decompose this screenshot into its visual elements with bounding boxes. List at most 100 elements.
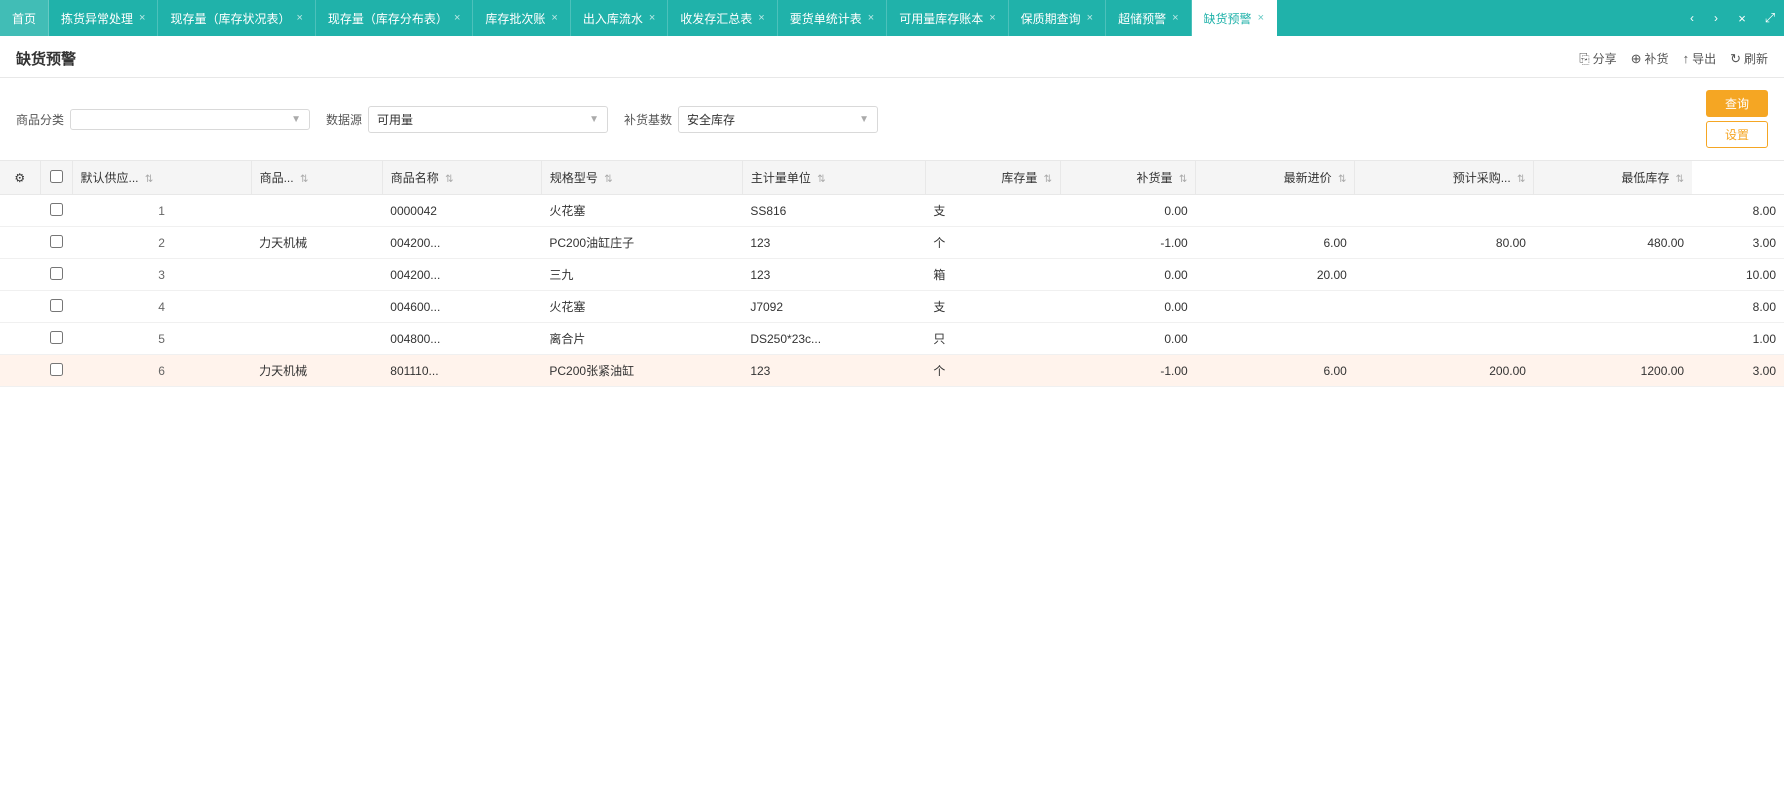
row-supplier-3 bbox=[251, 291, 382, 323]
tab-inventory-status[interactable]: 现存量（库存状况表） × bbox=[158, 0, 315, 36]
tab-inout-flow[interactable]: 出入库流水 × bbox=[571, 0, 668, 36]
row-spec-1: 123 bbox=[742, 227, 925, 259]
select-all-checkbox[interactable] bbox=[50, 170, 63, 183]
tab-abnormal[interactable]: 拣货异常处理 × bbox=[49, 0, 158, 36]
main-content: 缺货预警 ⎘ 分享 ⊕ 补货 ↑ 导出 ↻ 刷新 商品分类 bbox=[0, 36, 1784, 796]
col-stock[interactable]: 库存量 ⇅ bbox=[925, 161, 1060, 195]
tab-close-demand-stats[interactable]: × bbox=[868, 12, 874, 24]
row-min-stock-5: 3.00 bbox=[1692, 355, 1784, 387]
row-settings-1 bbox=[0, 227, 40, 259]
row-supplier-5: 力天机械 bbox=[251, 355, 382, 387]
tab-close-inout-flow[interactable]: × bbox=[649, 12, 655, 24]
row-latest-price-3 bbox=[1355, 291, 1534, 323]
row-product-name-4: 离合片 bbox=[541, 323, 742, 355]
col-product-name[interactable]: 商品名称 ⇅ bbox=[382, 161, 541, 195]
setting-button[interactable]: 设置 bbox=[1706, 121, 1768, 148]
row-checkbox-4[interactable] bbox=[40, 323, 72, 355]
tab-close-receive-summary[interactable]: × bbox=[758, 12, 764, 24]
row-stock-3: 0.00 bbox=[1061, 291, 1196, 323]
tab-receive-summary[interactable]: 收发存汇总表 × bbox=[668, 0, 777, 36]
col-latest-price[interactable]: 最新进价 ⇅ bbox=[1196, 161, 1355, 195]
table-row: 1 0000042 火花塞 SS816 支 0.00 8.00 bbox=[0, 195, 1784, 227]
col-unit[interactable]: 主计量单位 ⇅ bbox=[742, 161, 925, 195]
tab-expiry-query[interactable]: 保质期查询 × bbox=[1009, 0, 1106, 36]
tab-bar: 首页 拣货异常处理 × 现存量（库存状况表） × 现存量（库存分布表） × 库存… bbox=[0, 0, 1784, 36]
row-latest-price-0 bbox=[1355, 195, 1534, 227]
page-header: 缺货预警 ⎘ 分享 ⊕ 补货 ↑ 导出 ↻ 刷新 bbox=[0, 36, 1784, 78]
row-product-name-2: 三九 bbox=[541, 259, 742, 291]
replenish-base-select[interactable]: 安全库存 ▼ bbox=[678, 106, 878, 133]
row-min-stock-1: 3.00 bbox=[1692, 227, 1784, 259]
table-row: 6 力天机械 801110... PC200张紧油缸 123 个 -1.00 6… bbox=[0, 355, 1784, 387]
row-product-code-1: 004200... bbox=[382, 227, 541, 259]
datasource-select-text: 可用量 bbox=[377, 111, 585, 128]
datasource-select[interactable]: 可用量 ▼ bbox=[368, 106, 608, 133]
row-checkbox-5[interactable] bbox=[40, 355, 72, 387]
category-select[interactable]: ▼ bbox=[70, 109, 310, 130]
col-spec[interactable]: 规格型号 ⇅ bbox=[541, 161, 742, 195]
row-check-5[interactable] bbox=[50, 363, 63, 376]
row-check-0[interactable] bbox=[50, 203, 63, 216]
tab-close-inventory-dist[interactable]: × bbox=[454, 12, 460, 24]
tab-fullscreen-btn[interactable]: ⤢ bbox=[1756, 0, 1784, 36]
tab-home[interactable]: 首页 bbox=[0, 0, 49, 36]
page-title: 缺货预警 bbox=[16, 48, 1579, 69]
tab-batch-account[interactable]: 库存批次账 × bbox=[473, 0, 570, 36]
tab-close-inventory-status[interactable]: × bbox=[296, 12, 302, 24]
row-latest-price-4 bbox=[1355, 323, 1534, 355]
share-action[interactable]: ⎘ 分享 bbox=[1579, 50, 1616, 67]
row-product-code-0: 0000042 bbox=[382, 195, 541, 227]
data-table: ⚙ 默认供应... ⇅ 商品... ⇅ 商品名称 ⇅ bbox=[0, 160, 1784, 387]
refresh-action[interactable]: ↻ 刷新 bbox=[1730, 50, 1768, 67]
tab-close-shortage-warning[interactable]: × bbox=[1258, 12, 1264, 24]
row-settings-4 bbox=[0, 323, 40, 355]
tab-close-available-ledger[interactable]: × bbox=[989, 12, 995, 24]
row-estimated-purchase-1: 480.00 bbox=[1534, 227, 1692, 259]
row-product-name-3: 火花塞 bbox=[541, 291, 742, 323]
tab-close-batch-account[interactable]: × bbox=[551, 12, 557, 24]
row-check-2[interactable] bbox=[50, 267, 63, 280]
row-product-name-5: PC200张紧油缸 bbox=[541, 355, 742, 387]
row-product-name-0: 火花塞 bbox=[541, 195, 742, 227]
col-product-code[interactable]: 商品... ⇅ bbox=[251, 161, 382, 195]
sort-est-purchase-icon: ⇅ bbox=[1517, 174, 1525, 185]
tab-close-expiry-query[interactable]: × bbox=[1087, 12, 1093, 24]
row-unit-1: 个 bbox=[925, 227, 1060, 259]
export-action[interactable]: ↑ 导出 bbox=[1683, 50, 1717, 67]
table-row: 5 004800... 离合片 DS250*23c... 只 0.00 1.00 bbox=[0, 323, 1784, 355]
category-filter: 商品分类 ▼ bbox=[16, 109, 310, 130]
row-checkbox-0[interactable] bbox=[40, 195, 72, 227]
replenish-base-filter: 补货基数 安全库存 ▼ bbox=[624, 106, 878, 133]
tab-next-btn[interactable]: › bbox=[1704, 0, 1728, 36]
row-unit-5: 个 bbox=[925, 355, 1060, 387]
query-button[interactable]: 查询 bbox=[1706, 90, 1768, 117]
tab-inventory-dist[interactable]: 现存量（库存分布表） × bbox=[316, 0, 473, 36]
tab-overstock-warning[interactable]: 超储预警 × bbox=[1106, 0, 1191, 36]
tab-close-abnormal[interactable]: × bbox=[139, 12, 145, 24]
sort-replenish-icon: ⇅ bbox=[1179, 174, 1187, 185]
replenish-action[interactable]: ⊕ 补货 bbox=[1631, 50, 1669, 67]
row-check-1[interactable] bbox=[50, 235, 63, 248]
tab-demand-stats[interactable]: 要货单统计表 × bbox=[778, 0, 887, 36]
col-min-stock[interactable]: 最低库存 ⇅ bbox=[1534, 161, 1692, 195]
sort-latest-price-icon: ⇅ bbox=[1338, 174, 1346, 185]
tab-shortage-warning[interactable]: 缺货预警 × bbox=[1192, 0, 1277, 36]
row-check-4[interactable] bbox=[50, 331, 63, 344]
row-checkbox-2[interactable] bbox=[40, 259, 72, 291]
col-settings[interactable]: ⚙ bbox=[0, 161, 40, 195]
sort-product-code-icon: ⇅ bbox=[300, 174, 308, 185]
col-supplier[interactable]: 默认供应... ⇅ bbox=[72, 161, 251, 195]
col-estimated-purchase[interactable]: 预计采购... ⇅ bbox=[1355, 161, 1534, 195]
tab-close-all-btn[interactable]: × bbox=[1728, 0, 1756, 36]
row-check-3[interactable] bbox=[50, 299, 63, 312]
tab-prev-btn[interactable]: ‹ bbox=[1680, 0, 1704, 36]
row-checkbox-3[interactable] bbox=[40, 291, 72, 323]
category-chevron-icon: ▼ bbox=[291, 114, 301, 125]
tab-available-ledger[interactable]: 可用量库存账本 × bbox=[887, 0, 1008, 36]
row-estimated-purchase-3 bbox=[1534, 291, 1692, 323]
tab-close-overstock-warning[interactable]: × bbox=[1172, 12, 1178, 24]
row-supplier-0 bbox=[251, 195, 382, 227]
col-replenish[interactable]: 补货量 ⇅ bbox=[1061, 161, 1196, 195]
row-unit-3: 支 bbox=[925, 291, 1060, 323]
row-checkbox-1[interactable] bbox=[40, 227, 72, 259]
